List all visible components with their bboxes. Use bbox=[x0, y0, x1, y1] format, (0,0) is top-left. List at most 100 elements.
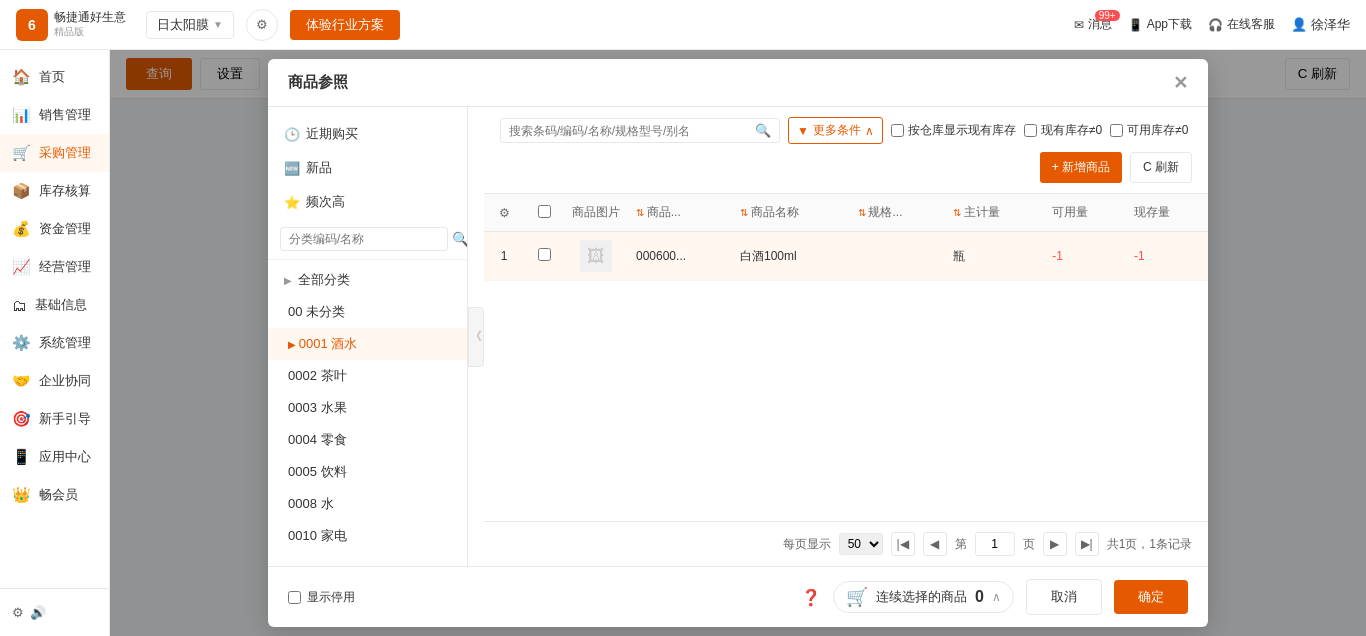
sidebar-item-finance[interactable]: 💰 资金管理 bbox=[0, 210, 109, 248]
cart-icon: 🛒 bbox=[846, 586, 868, 608]
category-item-0001[interactable]: ▶ 0001 酒水 bbox=[268, 328, 467, 360]
page-prev-button[interactable]: ◀ bbox=[923, 532, 947, 556]
recent-purchase-label: 近期购买 bbox=[306, 125, 358, 143]
modal-title: 商品参照 bbox=[288, 73, 348, 92]
sidebar-settings-button[interactable]: ⚙ 🔊 bbox=[0, 597, 109, 628]
sidebar-system-label: 系统管理 bbox=[39, 334, 91, 352]
messages-button[interactable]: ✉ 消息 99+ bbox=[1074, 16, 1112, 33]
cart-expand-icon[interactable]: ∧ bbox=[992, 590, 1001, 604]
gear-col-icon: ⚙ bbox=[499, 206, 510, 220]
app-download-button[interactable]: 📱 App下载 bbox=[1128, 16, 1192, 33]
basic-info-icon: 🗂 bbox=[12, 297, 27, 314]
col-available-label: 可用量 bbox=[1052, 205, 1088, 219]
available-inventory-checkbox[interactable]: 可用库存≠0 bbox=[1110, 122, 1188, 139]
sidebar-item-inventory[interactable]: 📦 库存核算 bbox=[0, 172, 109, 210]
trial-button[interactable]: 体验行业方案 bbox=[290, 10, 400, 40]
cell-code: 000600... bbox=[628, 232, 732, 281]
help-icon[interactable]: ❓ bbox=[801, 588, 821, 607]
collapse-left-panel-button[interactable]: 《 bbox=[468, 307, 484, 367]
category-item-0010[interactable]: 0010 家电 bbox=[268, 520, 467, 552]
available-inventory-check-input[interactable] bbox=[1110, 124, 1123, 137]
category-item-0003[interactable]: 0003 水果 bbox=[268, 392, 467, 424]
sidebar-item-member[interactable]: 👑 畅会员 bbox=[0, 476, 109, 514]
refresh-button[interactable]: C 刷新 bbox=[1130, 152, 1192, 183]
modal-close-button[interactable]: ✕ bbox=[1173, 74, 1188, 92]
new-product-label: 新品 bbox=[306, 159, 332, 177]
page-number-input[interactable] bbox=[975, 532, 1015, 556]
col-header-stock: 现存量 bbox=[1126, 194, 1208, 232]
sidebar-item-sales[interactable]: 📊 销售管理 bbox=[0, 96, 109, 134]
product-name: 白酒100ml bbox=[740, 249, 797, 263]
category-item-0004[interactable]: 0004 零食 bbox=[268, 424, 467, 456]
sidebar-bottom: ⚙ 🔊 bbox=[0, 588, 109, 636]
sidebar-operations-label: 经营管理 bbox=[39, 258, 91, 276]
high-frequency-tab[interactable]: ⭐ 频次高 bbox=[268, 185, 467, 219]
table-body: 1 🖼 00 bbox=[484, 232, 1208, 281]
sidebar-item-enterprise[interactable]: 🤝 企业协同 bbox=[0, 362, 109, 400]
sidebar-item-home[interactable]: 🏠 首页 bbox=[0, 58, 109, 96]
nav-selector[interactable]: 日太阳膜 ▼ bbox=[146, 11, 234, 39]
col-header-unit: ⇅ 主计量 bbox=[945, 194, 1044, 232]
category-search-icon[interactable]: 🔍 bbox=[452, 231, 468, 247]
app-download-icon: 📱 bbox=[1128, 18, 1143, 32]
has-inventory-checkbox[interactable]: 现有库存≠0 bbox=[1024, 122, 1102, 139]
add-product-button[interactable]: + 新增商品 bbox=[1040, 152, 1122, 183]
confirm-button[interactable]: 确定 bbox=[1114, 580, 1188, 614]
by-warehouse-check-input[interactable] bbox=[891, 124, 904, 137]
per-page-select[interactable]: 50 bbox=[839, 533, 883, 555]
sidebar-home-label: 首页 bbox=[39, 68, 65, 86]
headset-icon: 🎧 bbox=[1208, 18, 1223, 32]
sales-icon: 📊 bbox=[12, 106, 31, 124]
row-checkbox[interactable] bbox=[538, 248, 551, 261]
table-header-row: ⚙ 商品图片 bbox=[484, 194, 1208, 232]
sort-unit-icon: ⇅ bbox=[953, 207, 964, 218]
gear-button[interactable]: ⚙ bbox=[246, 9, 278, 41]
sidebar-item-guide[interactable]: 🎯 新手引导 bbox=[0, 400, 109, 438]
cell-unit: 瓶 bbox=[945, 232, 1044, 281]
product-available: -1 bbox=[1052, 249, 1063, 263]
sort-name-icon: ⇅ bbox=[740, 207, 751, 218]
col-image-label: 商品图片 bbox=[572, 205, 620, 219]
sort-spec-icon: ⇅ bbox=[858, 207, 869, 218]
page-next-button[interactable]: ▶ bbox=[1043, 532, 1067, 556]
show-disabled-check-input[interactable] bbox=[288, 591, 301, 604]
sidebar-item-system[interactable]: ⚙️ 系统管理 bbox=[0, 324, 109, 362]
row-num: 1 bbox=[501, 249, 508, 263]
category-item-0005[interactable]: 0005 饮料 bbox=[268, 456, 467, 488]
col-header-spec: ⇅ 规格... bbox=[850, 194, 946, 232]
all-categories-item[interactable]: ▶ 全部分类 bbox=[268, 264, 467, 296]
online-service-button[interactable]: 🎧 在线客服 bbox=[1208, 16, 1275, 33]
more-conditions-button[interactable]: ▼ 更多条件 ∧ bbox=[788, 117, 883, 144]
pagination-row: 每页显示 50 |◀ ◀ 第 页 ▶ ▶| 共1页，1条记录 bbox=[484, 521, 1208, 566]
product-unit: 瓶 bbox=[953, 249, 965, 263]
sidebar-item-operations[interactable]: 📈 经营管理 bbox=[0, 248, 109, 286]
page-first-button[interactable]: |◀ bbox=[891, 532, 915, 556]
sidebar-item-app-center[interactable]: 📱 应用中心 bbox=[0, 438, 109, 476]
recent-purchase-tab[interactable]: 🕒 近期购买 bbox=[268, 117, 467, 151]
by-warehouse-label: 按仓库显示现有库存 bbox=[908, 122, 1016, 139]
sidebar-guide-label: 新手引导 bbox=[39, 410, 91, 428]
sort-code-icon: ⇅ bbox=[636, 207, 647, 218]
show-disabled-checkbox[interactable]: 显示停用 bbox=[288, 589, 355, 606]
product-search-input[interactable] bbox=[509, 124, 751, 138]
sidebar-basic-info-label: 基础信息 bbox=[35, 296, 87, 314]
category-item-0002[interactable]: 0002 茶叶 bbox=[268, 360, 467, 392]
category-section: ▶ 全部分类 00 未分类 ▶ 0001 酒水 bbox=[268, 260, 467, 556]
by-warehouse-checkbox[interactable]: 按仓库显示现有库存 bbox=[891, 122, 1016, 139]
sidebar-member-label: 畅会员 bbox=[39, 486, 78, 504]
category-item-0008[interactable]: 0008 水 bbox=[268, 488, 467, 520]
finance-icon: 💰 bbox=[12, 220, 31, 238]
new-product-tab[interactable]: 🆕 新品 bbox=[268, 151, 467, 185]
page-last-button[interactable]: ▶| bbox=[1075, 532, 1099, 556]
inventory-icon: 📦 bbox=[12, 182, 31, 200]
table-row[interactable]: 1 🖼 00 bbox=[484, 232, 1208, 281]
nav-right: ✉ 消息 99+ 📱 App下载 🎧 在线客服 👤 徐泽华 bbox=[1074, 16, 1350, 34]
user-avatar-area[interactable]: 👤 徐泽华 bbox=[1291, 16, 1350, 34]
select-all-checkbox[interactable] bbox=[538, 205, 551, 218]
category-search-input[interactable] bbox=[280, 227, 448, 251]
cancel-button[interactable]: 取消 bbox=[1026, 579, 1102, 615]
sidebar-item-basic-info[interactable]: 🗂 基础信息 bbox=[0, 286, 109, 324]
has-inventory-check-input[interactable] bbox=[1024, 124, 1037, 137]
sidebar-item-purchase[interactable]: 🛒 采购管理 bbox=[0, 134, 109, 172]
category-item-00[interactable]: 00 未分类 bbox=[268, 296, 467, 328]
